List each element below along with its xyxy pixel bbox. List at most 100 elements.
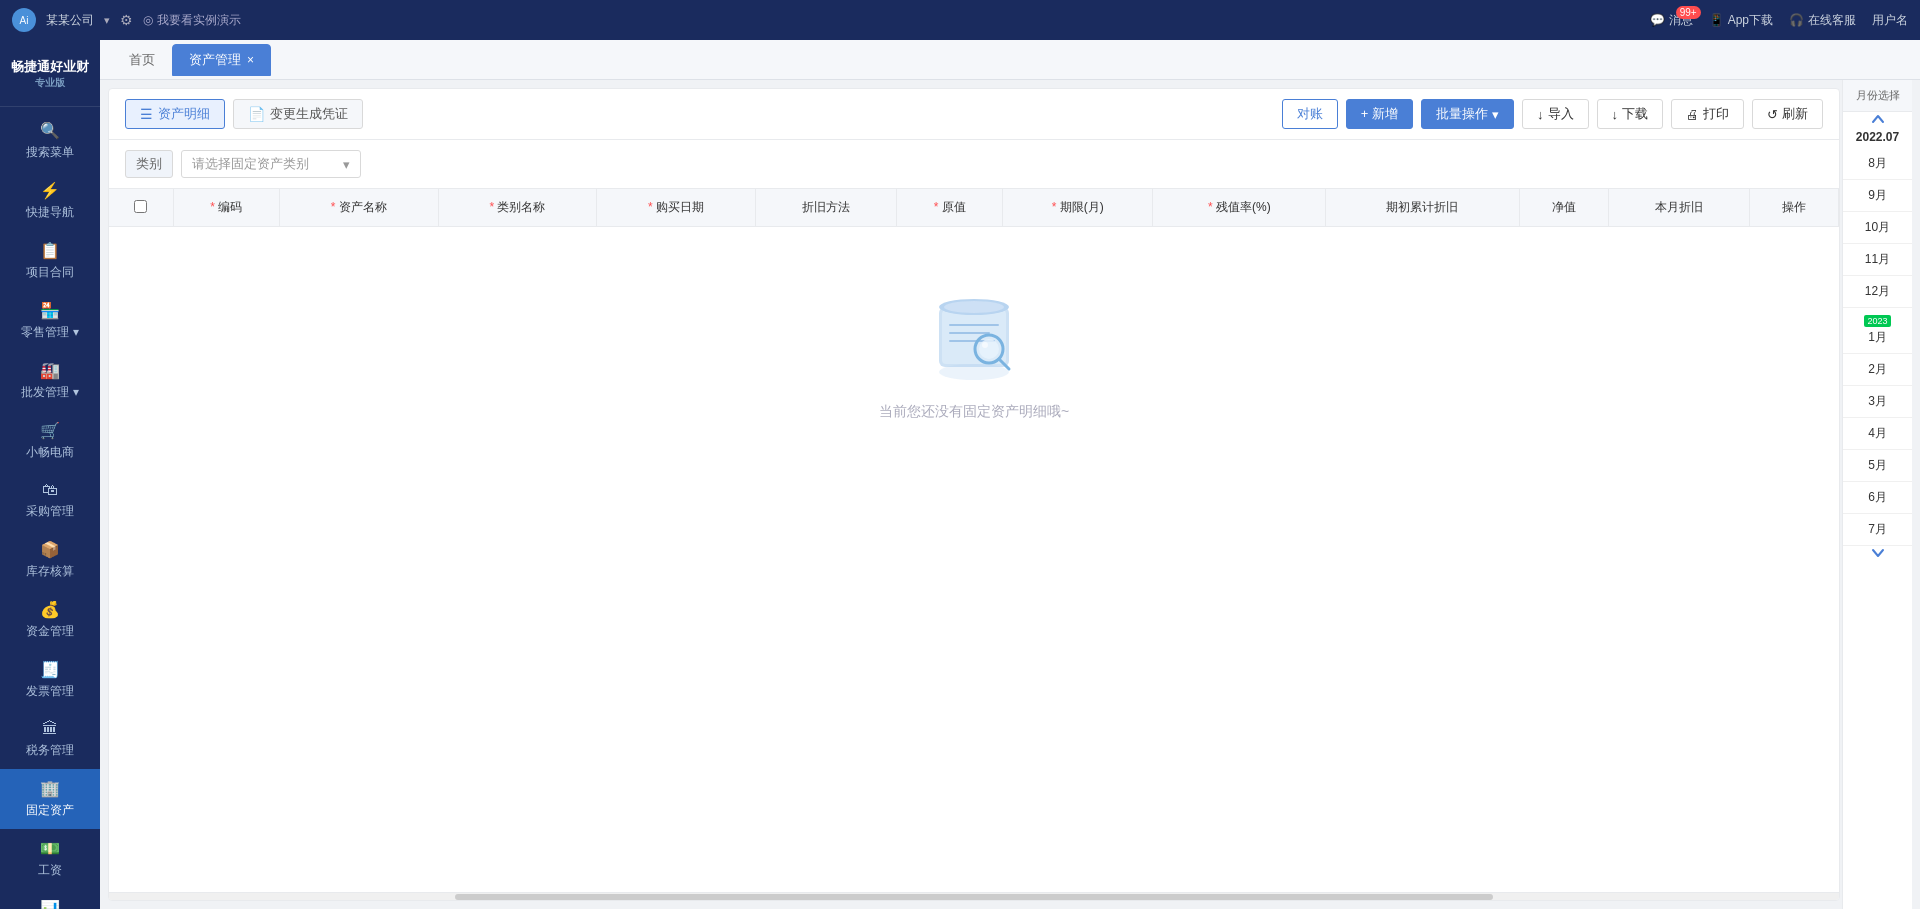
- scrollbar-thumb[interactable]: [455, 894, 1493, 900]
- batch-ops-label: 批量操作: [1436, 105, 1488, 123]
- tab-home[interactable]: 首页: [112, 44, 172, 76]
- tab-close-icon[interactable]: ×: [247, 53, 254, 67]
- sidebar-item-inventory[interactable]: 📦 库存核算: [0, 530, 100, 590]
- inventory-icon: 📦: [40, 540, 60, 559]
- refresh-button[interactable]: ↺ 刷新: [1752, 99, 1823, 129]
- category-select-arrow: ▾: [343, 157, 350, 172]
- ops-icon: 📊: [40, 899, 60, 909]
- settings-icon[interactable]: ⚙: [120, 12, 133, 28]
- month-nav-down[interactable]: [1843, 546, 1912, 560]
- quick-nav-icon: ⚡: [40, 181, 60, 200]
- tabs-bar: 首页 资产管理 ×: [100, 40, 1920, 80]
- import-button[interactable]: ↓ 导入: [1522, 99, 1589, 129]
- demo-link[interactable]: ◎ 我要看实例演示: [143, 12, 241, 29]
- sidebar-item-search[interactable]: 🔍 搜索菜单: [0, 111, 100, 171]
- month-item-9[interactable]: 9月: [1843, 180, 1912, 212]
- batch-ops-button[interactable]: 批量操作 ▾: [1421, 99, 1514, 129]
- sidebar-item-purchase[interactable]: 🛍 采购管理: [0, 471, 100, 530]
- sidebar-item-label-tax: 税务管理: [26, 742, 74, 759]
- th-period-months: 期限(月): [1003, 189, 1153, 227]
- horizontal-scrollbar[interactable]: [109, 892, 1839, 900]
- top-bar-left: Ai 某某公司 ▾ ⚙ ◎ 我要看实例演示: [12, 8, 241, 32]
- download-label: 下载: [1622, 105, 1648, 123]
- sidebar-item-quick-nav[interactable]: ⚡ 快捷导航: [0, 171, 100, 231]
- sidebar-item-fixed-assets[interactable]: 🏢 固定资产: [0, 769, 100, 829]
- user-menu[interactable]: 用户名: [1872, 12, 1908, 29]
- company-name: 某某公司: [46, 12, 94, 29]
- import-label: 导入: [1548, 105, 1574, 123]
- month-item-4[interactable]: 4月: [1843, 418, 1912, 450]
- sidebar-item-label-search: 搜索菜单: [26, 144, 74, 161]
- month-item-6[interactable]: 6月: [1843, 482, 1912, 514]
- month-nav-up[interactable]: [1843, 112, 1912, 126]
- month-item-7[interactable]: 7月: [1843, 514, 1912, 546]
- month-item-3[interactable]: 3月: [1843, 386, 1912, 418]
- app-download-button[interactable]: 📱 App下载: [1709, 12, 1773, 29]
- month-panel-header: 月份选择: [1843, 80, 1912, 112]
- category-filter-label: 类别: [125, 150, 173, 178]
- month-item-10[interactable]: 10月: [1843, 212, 1912, 244]
- avatar: Ai: [12, 8, 36, 32]
- asset-table: 编码 资产名称 类别名称 购买日期 折旧方法 原值 期限(月) 残值率(%) 期…: [109, 189, 1839, 227]
- company-dropdown-icon[interactable]: ▾: [104, 14, 110, 27]
- sidebar-item-project-contract[interactable]: 📋 项目合同: [0, 231, 100, 291]
- top-bar-right: 💬 消息 99+ 📱 App下载 🎧 在线客服 用户名: [1650, 12, 1908, 29]
- month-item-11[interactable]: 11月: [1843, 244, 1912, 276]
- sidebar-item-wholesale[interactable]: 🏭 批发管理 ▾: [0, 351, 100, 411]
- empty-illustration: [914, 287, 1034, 387]
- app-name: 畅捷通好业财: [8, 58, 92, 76]
- th-action: 操作: [1749, 189, 1838, 227]
- main-panel: ☰ 资产明细 📄 变更生成凭证 对账 + 新增: [108, 88, 1840, 901]
- sub-tab-asset-detail[interactable]: ☰ 资产明细: [125, 99, 225, 129]
- th-checkbox: [109, 189, 173, 227]
- download-button[interactable]: ↓ 下载: [1597, 99, 1664, 129]
- category-select[interactable]: 请选择固定资产类别 ▾: [181, 150, 361, 178]
- sidebar-item-tax[interactable]: 🏛 税务管理: [0, 710, 100, 769]
- page-content: ☰ 资产明细 📄 变更生成凭证 对账 + 新增: [100, 80, 1920, 909]
- online-service-button[interactable]: 🎧 在线客服: [1789, 12, 1856, 29]
- sidebar-item-label-wholesale: 批发管理 ▾: [21, 384, 78, 401]
- filter-bar: 类别 请选择固定资产类别 ▾: [109, 140, 1839, 189]
- sidebar: 畅捷通好业财 专业版 🔍 搜索菜单 ⚡ 快捷导航 📋 项目合同 🏪 零售管理 ▾…: [0, 40, 100, 909]
- tab-home-label: 首页: [129, 51, 155, 69]
- change-voucher-icon: 📄: [248, 106, 265, 122]
- asset-table-wrapper: 编码 资产名称 类别名称 购买日期 折旧方法 原值 期限(月) 残值率(%) 期…: [109, 189, 1839, 892]
- sidebar-item-label-quick-nav: 快捷导航: [26, 204, 74, 221]
- th-category-name: 类别名称: [438, 189, 597, 227]
- th-original-value: 原值: [896, 189, 1002, 227]
- sidebar-item-ecommerce[interactable]: 🛒 小畅电商: [0, 411, 100, 471]
- svg-point-11: [982, 342, 988, 348]
- sidebar-item-label-inventory: 库存核算: [26, 563, 74, 580]
- reconcile-label: 对账: [1297, 105, 1323, 123]
- sidebar-item-invoice[interactable]: 🧾 发票管理: [0, 650, 100, 710]
- app-logo: 畅捷通好业财 专业版: [0, 48, 100, 107]
- invoice-icon: 🧾: [40, 660, 60, 679]
- top-bar: Ai 某某公司 ▾ ⚙ ◎ 我要看实例演示 💬 消息 99+ 📱 App下载 🎧…: [0, 0, 1920, 40]
- tab-asset-mgmt[interactable]: 资产管理 ×: [172, 44, 271, 76]
- month-item-5[interactable]: 5月: [1843, 450, 1912, 482]
- message-button[interactable]: 💬 消息 99+: [1650, 12, 1693, 29]
- sub-tab-change-voucher-label: 变更生成凭证: [270, 105, 348, 123]
- print-button[interactable]: 🖨 打印: [1671, 99, 1744, 129]
- retail-icon: 🏪: [40, 301, 60, 320]
- month-item-12[interactable]: 12月: [1843, 276, 1912, 308]
- print-label: 打印: [1703, 105, 1729, 123]
- add-button[interactable]: + 新增: [1346, 99, 1413, 129]
- headset-icon: 🎧: [1789, 13, 1804, 27]
- month-item-new-year[interactable]: 2023 1月: [1843, 308, 1912, 354]
- th-residual-rate: 残值率(%): [1153, 189, 1326, 227]
- refresh-label: 刷新: [1782, 105, 1808, 123]
- online-service-label: 在线客服: [1808, 12, 1856, 29]
- sidebar-item-label-finance: 资金管理: [26, 623, 74, 640]
- month-item-8[interactable]: 8月: [1843, 148, 1912, 180]
- sidebar-item-retail[interactable]: 🏪 零售管理 ▾: [0, 291, 100, 351]
- select-all-checkbox[interactable]: [134, 200, 147, 213]
- sub-tab-change-voucher[interactable]: 📄 变更生成凭证: [233, 99, 363, 129]
- reconcile-button[interactable]: 对账: [1282, 99, 1338, 129]
- sidebar-item-finance[interactable]: 💰 资金管理: [0, 590, 100, 650]
- sidebar-item-payroll[interactable]: 💵 工资: [0, 829, 100, 889]
- sidebar-item-ops[interactable]: 📊 经营管理: [0, 889, 100, 909]
- wholesale-arrow: ▾: [73, 385, 79, 399]
- contract-icon: 📋: [40, 241, 60, 260]
- month-item-2[interactable]: 2月: [1843, 354, 1912, 386]
